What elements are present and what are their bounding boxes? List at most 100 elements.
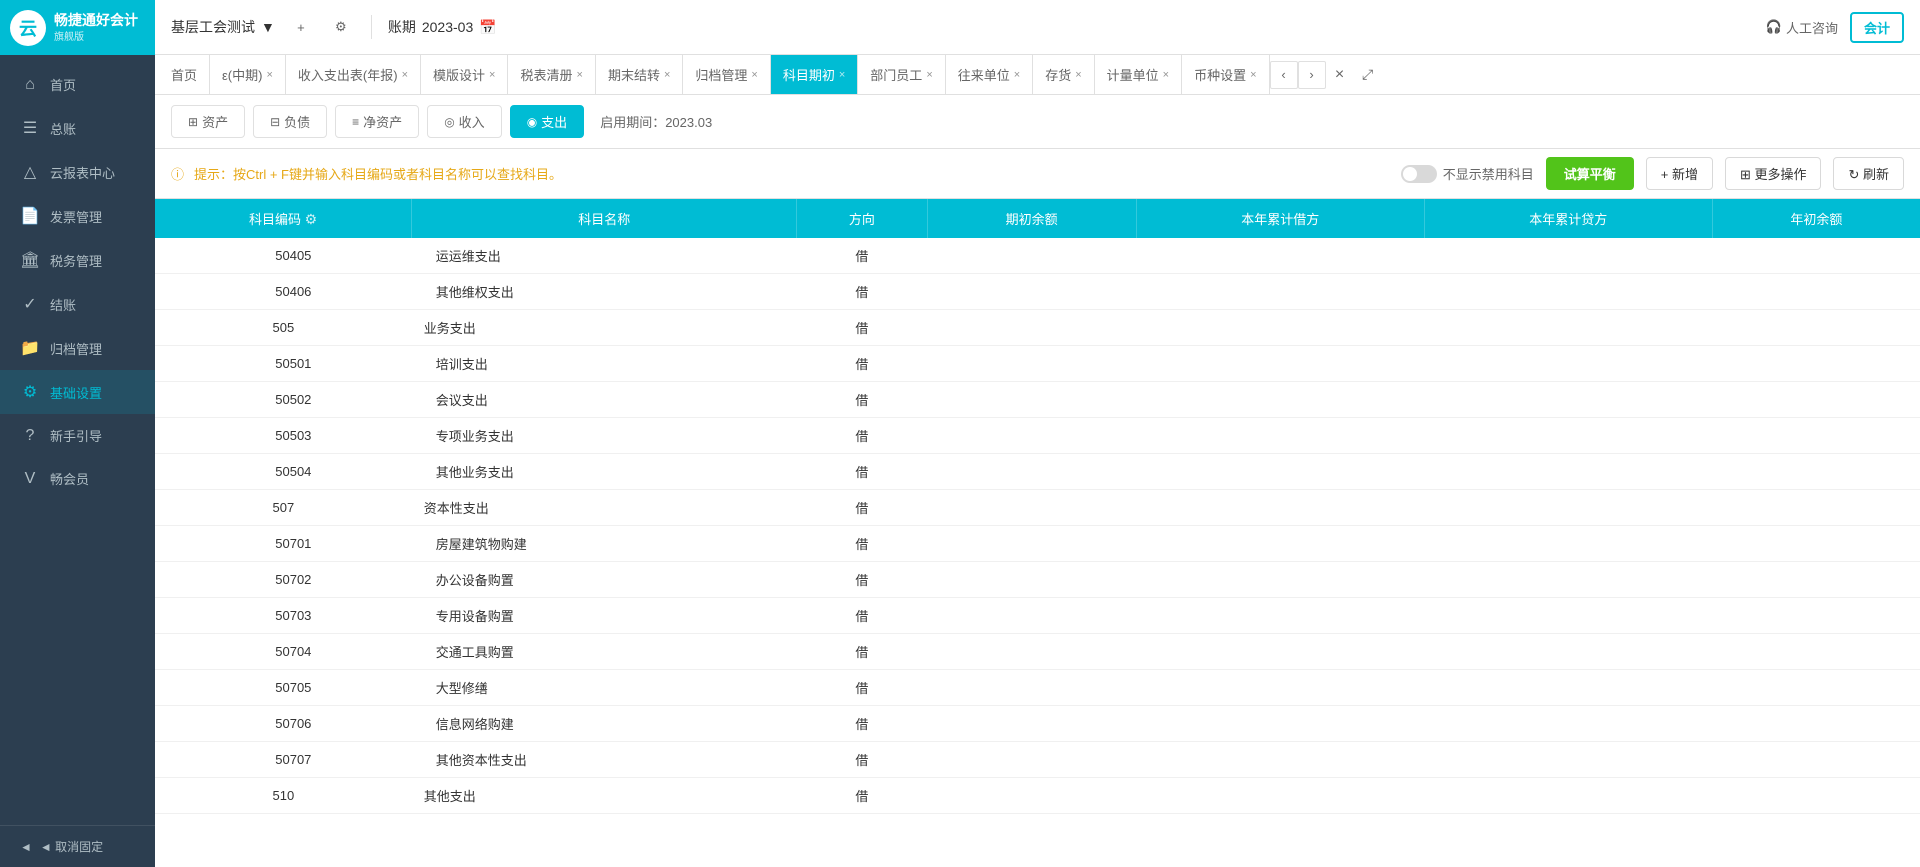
- sidebar-item-home[interactable]: ⌂ 首页: [0, 63, 155, 106]
- tab-template[interactable]: 模版设计 ×: [421, 55, 508, 95]
- tab-inventory[interactable]: 存货 ×: [1033, 55, 1094, 95]
- tab-subject-init-close[interactable]: ×: [839, 69, 845, 81]
- cell-ytd-credit: [1424, 742, 1712, 778]
- sidebar-item-archive[interactable]: 📁 归档管理: [0, 326, 155, 370]
- tab-period-end[interactable]: 期末结转 ×: [596, 55, 683, 95]
- table-row[interactable]: 50705大型修缮借: [155, 670, 1920, 706]
- tab-midterm[interactable]: ε(中期) ×: [210, 55, 286, 95]
- sidebar-item-tax[interactable]: 🏛 税务管理: [0, 238, 155, 282]
- toggle-disabled-accounts[interactable]: [1401, 165, 1437, 183]
- sidebar-item-reports[interactable]: △ 云报表中心: [0, 150, 155, 194]
- cell-ytd-debit: [1136, 274, 1424, 310]
- col-settings-icon[interactable]: ⚙: [305, 211, 318, 227]
- close-accounts-icon: ✓: [20, 294, 40, 314]
- cell-direction: 借: [797, 526, 927, 562]
- sidebar-toggle-pin[interactable]: ◄ ◄ 取消固定: [0, 825, 155, 867]
- plus-icon: +: [297, 20, 305, 35]
- cell-ytd-credit: [1424, 238, 1712, 274]
- tab-unit[interactable]: 计量单位 ×: [1095, 55, 1182, 95]
- tab-tax-close[interactable]: ×: [577, 69, 583, 81]
- tab-annual-close[interactable]: ×: [402, 69, 408, 81]
- cell-ytd-debit: [1136, 598, 1424, 634]
- tab-clients-close[interactable]: ×: [1014, 69, 1020, 81]
- sidebar-item-settings[interactable]: ⚙ 基础设置: [0, 370, 155, 414]
- cell-opening-balance: [927, 490, 1136, 526]
- sub-tab-income[interactable]: ◎ 收入: [427, 105, 502, 138]
- cell-code: 50501: [155, 346, 412, 382]
- sidebar-item-invoice[interactable]: 📄 发票管理: [0, 194, 155, 238]
- tab-midterm-close[interactable]: ×: [266, 69, 272, 81]
- invoice-icon: 📄: [20, 206, 40, 226]
- table-row[interactable]: 50503专项业务支出借: [155, 418, 1920, 454]
- table-row[interactable]: 50406其他维权支出借: [155, 274, 1920, 310]
- more-actions-button[interactable]: ⊞ 更多操作: [1725, 157, 1822, 190]
- table-row[interactable]: 50701房屋建筑物购建借: [155, 526, 1920, 562]
- cell-name: 其他业务支出: [412, 454, 797, 490]
- table-row[interactable]: 50502会议支出借: [155, 382, 1920, 418]
- tab-next-button[interactable]: ›: [1298, 61, 1326, 89]
- table-row[interactable]: 50704交通工具购置借: [155, 634, 1920, 670]
- tab-prev-button[interactable]: ‹: [1270, 61, 1298, 89]
- app-logo-text: 畅捷通好会计 旗舰版: [54, 12, 138, 44]
- add-button[interactable]: + 新增: [1646, 157, 1713, 190]
- sidebar-item-ledger[interactable]: ☰ 总账: [0, 106, 155, 150]
- tab-inventory-close[interactable]: ×: [1075, 69, 1081, 81]
- table-row[interactable]: 50703专用设备购置借: [155, 598, 1920, 634]
- cell-code: 50707: [155, 742, 412, 778]
- settings-button[interactable]: ⚙: [327, 13, 355, 41]
- cell-direction: 借: [797, 598, 927, 634]
- sub-tab-equity[interactable]: ≡ 净资产: [335, 105, 419, 138]
- table-row[interactable]: 507资本性支出借: [155, 490, 1920, 526]
- add-tab-button[interactable]: +: [287, 13, 315, 41]
- table-row[interactable]: 510其他支出借: [155, 778, 1920, 814]
- equity-icon: ≡: [352, 115, 359, 129]
- sidebar-item-member[interactable]: V 畅会员: [0, 457, 155, 500]
- table-row[interactable]: 50702办公设备购置借: [155, 562, 1920, 598]
- tab-subject-init[interactable]: 科目期初 ×: [771, 55, 858, 95]
- tab-home[interactable]: 首页: [159, 55, 210, 95]
- tab-currency[interactable]: 币种设置 ×: [1182, 55, 1269, 95]
- period-selector[interactable]: 账期 2023-03 📅: [388, 17, 497, 37]
- topbar: 基层工会测试 ▼ + ⚙ 账期 2023-03 📅 🎧 人工咨询 会计: [155, 0, 1920, 55]
- asset-icon: ⊞: [188, 115, 198, 129]
- tab-template-close[interactable]: ×: [489, 69, 495, 81]
- sub-tab-asset[interactable]: ⊞ 资产: [171, 105, 245, 138]
- table-row[interactable]: 50707其他资本性支出借: [155, 742, 1920, 778]
- sidebar-item-close-accounts[interactable]: ✓ 结账: [0, 282, 155, 326]
- support-button[interactable]: 🎧 人工咨询: [1766, 18, 1838, 37]
- tab-currency-close[interactable]: ×: [1250, 69, 1256, 81]
- table-row[interactable]: 50706信息网络购建借: [155, 706, 1920, 742]
- cell-ytd-debit: [1136, 382, 1424, 418]
- refresh-button[interactable]: ↻ 刷新: [1833, 157, 1904, 190]
- sidebar-nav: ⌂ 首页 ☰ 总账 △ 云报表中心 📄 发票管理 🏛 税务管理 ✓ 结账 📁 归…: [0, 55, 155, 825]
- tab-clients[interactable]: 往来单位 ×: [946, 55, 1033, 95]
- tab-dept[interactable]: 部门员工 ×: [858, 55, 945, 95]
- table-row[interactable]: 50501培训支出借: [155, 346, 1920, 382]
- table-row[interactable]: 50405运运维支出借: [155, 238, 1920, 274]
- cell-code: 50405: [155, 238, 412, 274]
- tab-annual-label: 收入支出表(年报): [298, 65, 398, 84]
- sidebar-item-guide[interactable]: ? 新手引导: [0, 414, 155, 457]
- tab-expand-button[interactable]: ⤢: [1354, 61, 1382, 89]
- sub-tab-liability-label: 负债: [284, 112, 310, 131]
- sub-tabs-bar: ⊞ 资产 ⊟ 负债 ≡ 净资产 ◎ 收入 ◉ 支出 启用期间：2023.03: [155, 95, 1920, 149]
- tab-annual[interactable]: 收入支出表(年报) ×: [286, 55, 421, 95]
- cell-name: 信息网络购建: [412, 706, 797, 742]
- sub-tab-expense[interactable]: ◉ 支出: [510, 105, 585, 138]
- table-row[interactable]: 505业务支出借: [155, 310, 1920, 346]
- tab-period-end-close[interactable]: ×: [664, 69, 670, 81]
- tab-unit-close[interactable]: ×: [1163, 69, 1169, 81]
- sub-tab-asset-label: 资产: [202, 112, 228, 131]
- trial-balance-button[interactable]: 试算平衡: [1546, 157, 1634, 190]
- table-row[interactable]: 50504其他业务支出借: [155, 454, 1920, 490]
- account-button[interactable]: 会计: [1850, 12, 1904, 43]
- tab-filing[interactable]: 归档管理 ×: [683, 55, 770, 95]
- tab-tax[interactable]: 税表清册 ×: [508, 55, 595, 95]
- company-selector[interactable]: 基层工会测试 ▼: [171, 17, 275, 37]
- tab-dept-close[interactable]: ×: [926, 69, 932, 81]
- sub-tab-liability[interactable]: ⊟ 负债: [253, 105, 327, 138]
- tab-close-all-button[interactable]: ×: [1326, 61, 1354, 89]
- tabs-bar: 首页 ε(中期) × 收入支出表(年报) × 模版设计 × 税表清册 × 期末结…: [155, 55, 1920, 95]
- cell-code: 50406: [155, 274, 412, 310]
- tab-filing-close[interactable]: ×: [751, 69, 757, 81]
